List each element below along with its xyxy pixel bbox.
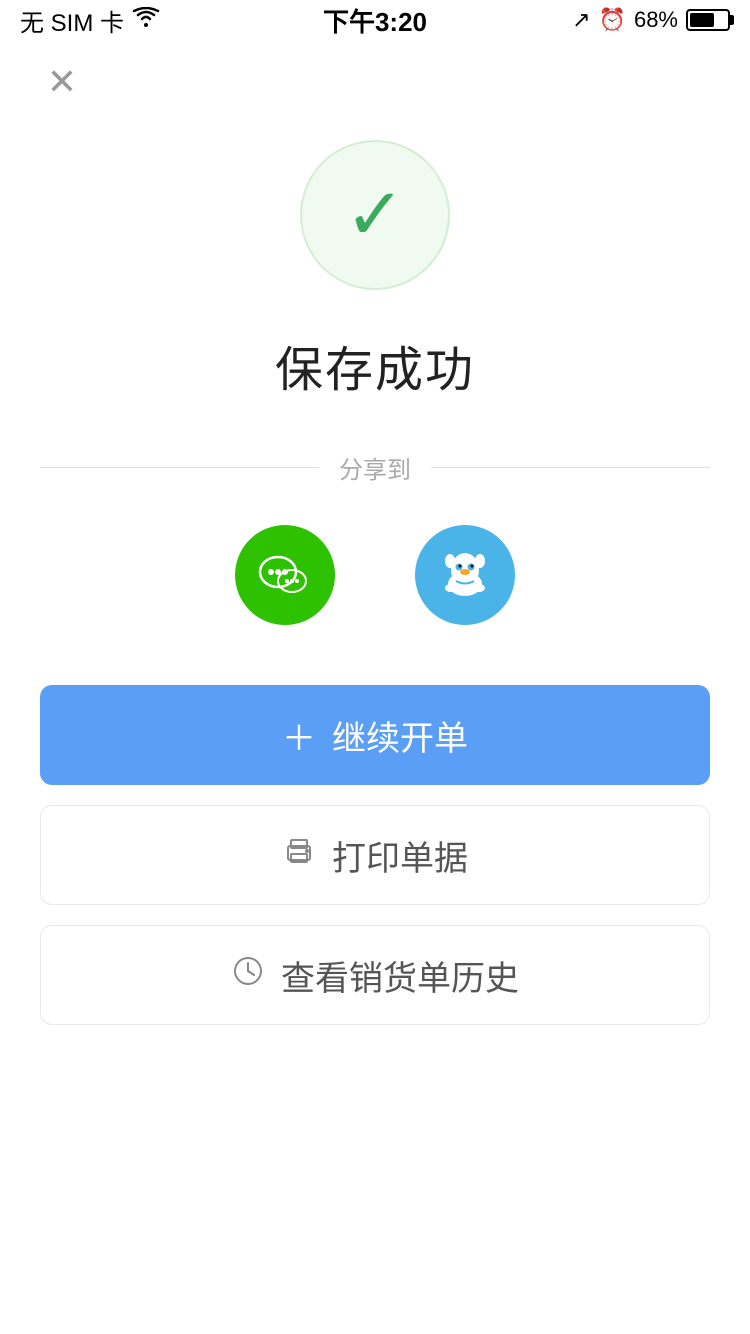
qq-icon [436, 546, 494, 604]
wechat-share-button[interactable] [235, 525, 335, 625]
continue-order-label: 继续开单 [332, 711, 468, 760]
success-indicator: ✓ [300, 140, 450, 290]
history-button[interactable]: 查看销货单历史 [40, 925, 710, 1025]
continue-order-button[interactable]: ＋ 继续开单 [40, 685, 710, 785]
wifi-icon [132, 6, 160, 34]
battery-icon [686, 9, 730, 31]
history-label: 查看销货单历史 [281, 951, 519, 1000]
success-title: 保存成功 [275, 330, 475, 400]
printer-icon [282, 834, 316, 877]
status-bar: 无 SIM 卡 下午3:20 ↗ ⏰ 68% [0, 0, 750, 40]
share-icons-row [235, 525, 515, 625]
qq-share-button[interactable] [415, 525, 515, 625]
share-label: 分享到 [339, 450, 411, 485]
close-icon: ✕ [47, 64, 77, 100]
right-divider [431, 467, 710, 468]
alarm-icon: ⏰ [599, 7, 626, 33]
clock-icon [231, 954, 265, 997]
share-divider-row: 分享到 [40, 450, 710, 485]
status-time: 下午3:20 [323, 2, 427, 39]
share-section: 分享到 [40, 450, 710, 625]
wechat-icon [256, 550, 314, 600]
sim-status: 无 SIM 卡 [20, 3, 124, 38]
print-label: 打印单据 [332, 831, 468, 880]
close-button[interactable]: ✕ [40, 60, 84, 104]
status-left: 无 SIM 卡 [20, 3, 160, 38]
actions-section: ＋ 继续开单 打印单据 查看销货单历史 [40, 685, 710, 1025]
battery-percent: 68% [634, 7, 678, 33]
location-icon: ↗ [572, 7, 590, 33]
status-right: ↗ ⏰ 68% [572, 7, 730, 33]
checkmark-icon: ✓ [345, 179, 405, 251]
left-divider [40, 467, 319, 468]
main-content: ✕ ✓ 保存成功 分享到 [0, 40, 750, 1334]
plus-icon: ＋ [282, 711, 316, 760]
print-button[interactable]: 打印单据 [40, 805, 710, 905]
